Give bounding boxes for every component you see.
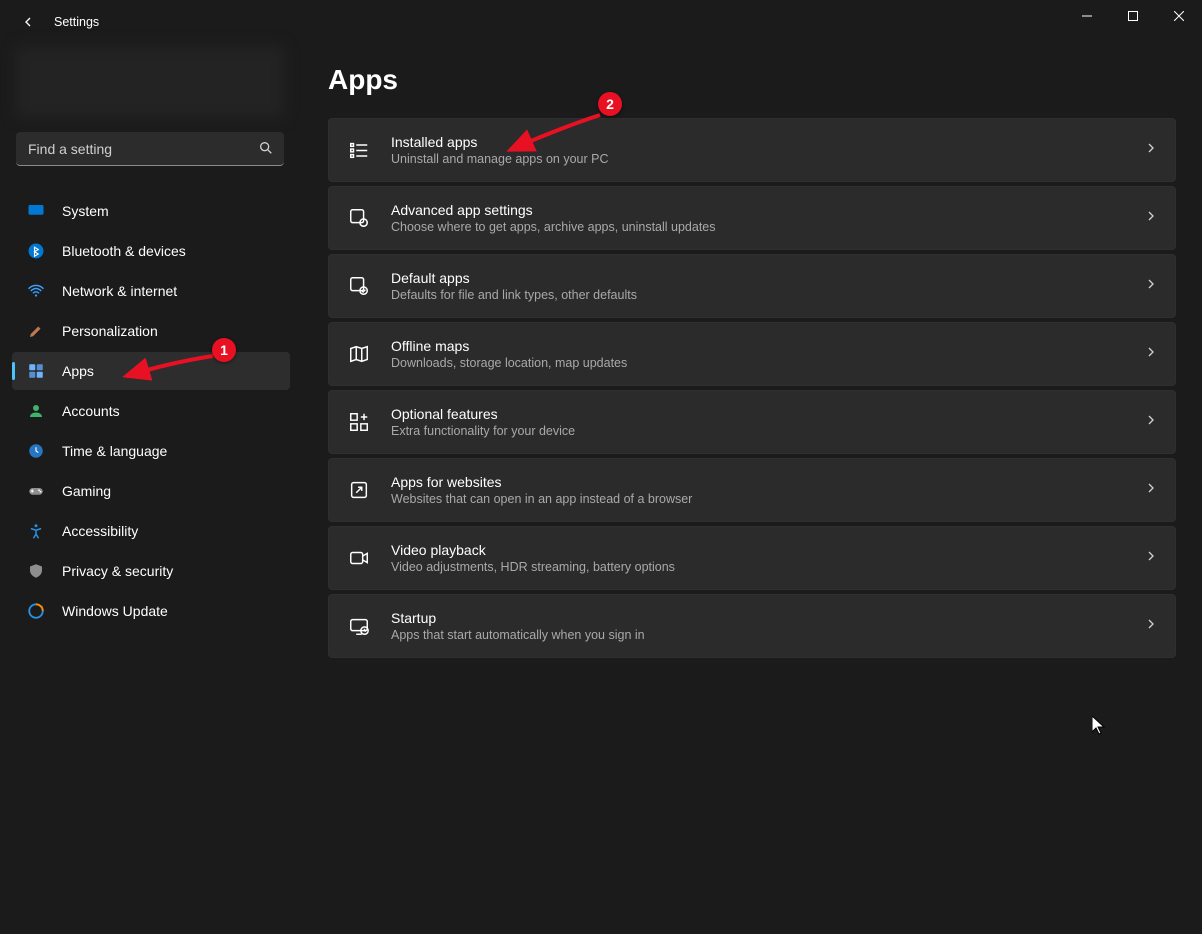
card-title: Startup (391, 610, 1143, 626)
card-startup[interactable]: Startup Apps that start automatically wh… (328, 594, 1176, 658)
default-app-icon (347, 274, 371, 298)
video-icon (347, 546, 371, 570)
chevron-right-icon (1143, 208, 1159, 229)
sidebar-item-label: Network & internet (62, 283, 177, 299)
chevron-right-icon (1143, 548, 1159, 569)
card-title: Advanced app settings (391, 202, 1143, 218)
add-feature-icon (347, 410, 371, 434)
person-icon (26, 401, 46, 421)
monitor-icon (26, 201, 46, 221)
card-advanced-app-settings[interactable]: Advanced app settings Choose where to ge… (328, 186, 1176, 250)
main-content: Apps Installed apps Uninstall and manage… (300, 44, 1202, 934)
sidebar-item-personalization[interactable]: Personalization (12, 312, 290, 350)
card-offline-maps[interactable]: Offline maps Downloads, storage location… (328, 322, 1176, 386)
titlebar: Settings (0, 0, 1202, 44)
sidebar-item-label: Windows Update (62, 603, 168, 619)
sidebar-item-label: Apps (62, 363, 94, 379)
search-icon[interactable] (258, 140, 274, 161)
back-button[interactable] (18, 12, 38, 32)
sidebar-item-gaming[interactable]: Gaming (12, 472, 290, 510)
sidebar: System Bluetooth & devices Network & int… (0, 44, 300, 934)
map-icon (347, 342, 371, 366)
card-title: Offline maps (391, 338, 1143, 354)
startup-icon (347, 614, 371, 638)
chevron-right-icon (1143, 344, 1159, 365)
sidebar-item-label: System (62, 203, 109, 219)
card-title: Default apps (391, 270, 1143, 286)
card-subtitle: Apps that start automatically when you s… (391, 628, 1143, 642)
sidebar-item-label: Accounts (62, 403, 120, 419)
sidebar-item-label: Accessibility (62, 523, 138, 539)
window-title: Settings (54, 15, 99, 29)
bluetooth-icon (26, 241, 46, 261)
card-subtitle: Extra functionality for your device (391, 424, 1143, 438)
card-title: Apps for websites (391, 474, 1143, 490)
open-external-icon (347, 478, 371, 502)
sidebar-nav: System Bluetooth & devices Network & int… (10, 192, 290, 630)
sidebar-item-label: Privacy & security (62, 563, 173, 579)
sidebar-item-bluetooth[interactable]: Bluetooth & devices (12, 232, 290, 270)
card-title: Video playback (391, 542, 1143, 558)
sidebar-item-system[interactable]: System (12, 192, 290, 230)
card-title: Optional features (391, 406, 1143, 422)
sidebar-item-label: Gaming (62, 483, 111, 499)
chevron-right-icon (1143, 616, 1159, 637)
card-apps-for-websites[interactable]: Apps for websites Websites that can open… (328, 458, 1176, 522)
chevron-right-icon (1143, 276, 1159, 297)
page-title: Apps (328, 64, 1176, 96)
sidebar-item-privacy[interactable]: Privacy & security (12, 552, 290, 590)
sidebar-item-windows-update[interactable]: Windows Update (12, 592, 290, 630)
card-subtitle: Websites that can open in an app instead… (391, 492, 1143, 506)
maximize-button[interactable] (1110, 0, 1156, 32)
card-subtitle: Choose where to get apps, archive apps, … (391, 220, 1143, 234)
search-input[interactable] (16, 132, 284, 166)
card-default-apps[interactable]: Default apps Defaults for file and link … (328, 254, 1176, 318)
list-icon (347, 138, 371, 162)
card-installed-apps[interactable]: Installed apps Uninstall and manage apps… (328, 118, 1176, 182)
sidebar-item-label: Personalization (62, 323, 158, 339)
close-button[interactable] (1156, 0, 1202, 32)
annotation-badge-2: 2 (598, 92, 622, 116)
annotation-arrow-1 (118, 348, 218, 388)
settings-cards: Installed apps Uninstall and manage apps… (328, 118, 1176, 658)
accessibility-icon (26, 521, 46, 541)
controller-icon (26, 481, 46, 501)
chevron-right-icon (1143, 412, 1159, 433)
card-optional-features[interactable]: Optional features Extra functionality fo… (328, 390, 1176, 454)
sidebar-item-accounts[interactable]: Accounts (12, 392, 290, 430)
annotation-arrow-2 (500, 110, 610, 160)
apps-icon (26, 361, 46, 381)
chevron-right-icon (1143, 480, 1159, 501)
sidebar-item-label: Bluetooth & devices (62, 243, 186, 259)
profile-card[interactable] (16, 46, 284, 118)
card-subtitle: Downloads, storage location, map updates (391, 356, 1143, 370)
app-gear-icon (347, 206, 371, 230)
card-video-playback[interactable]: Video playback Video adjustments, HDR st… (328, 526, 1176, 590)
sidebar-item-label: Time & language (62, 443, 167, 459)
sidebar-item-accessibility[interactable]: Accessibility (12, 512, 290, 550)
shield-icon (26, 561, 46, 581)
clock-icon (26, 441, 46, 461)
minimize-button[interactable] (1064, 0, 1110, 32)
cursor-icon (1092, 716, 1108, 736)
card-subtitle: Video adjustments, HDR streaming, batter… (391, 560, 1143, 574)
card-subtitle: Defaults for file and link types, other … (391, 288, 1143, 302)
paintbrush-icon (26, 321, 46, 341)
wifi-icon (26, 281, 46, 301)
sidebar-item-time-language[interactable]: Time & language (12, 432, 290, 470)
annotation-badge-1: 1 (212, 338, 236, 362)
sidebar-item-network[interactable]: Network & internet (12, 272, 290, 310)
update-icon (26, 601, 46, 621)
chevron-right-icon (1143, 140, 1159, 161)
